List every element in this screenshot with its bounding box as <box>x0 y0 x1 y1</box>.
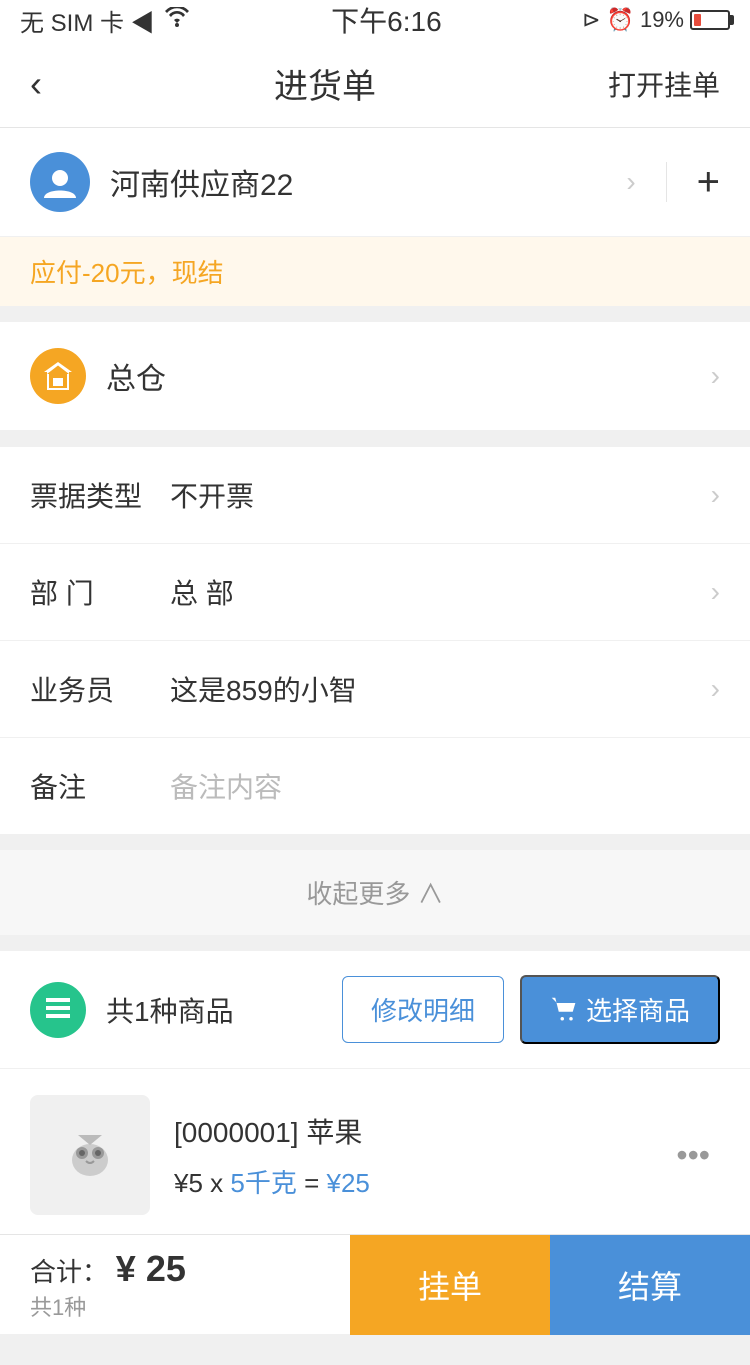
invoice-type-label: 票据类型 <box>30 475 150 515</box>
add-supplier-button[interactable]: + <box>697 160 720 205</box>
salesperson-value: 这是859的小智 <box>150 669 711 709</box>
battery-label: 19% <box>640 7 684 33</box>
total-sub: 共1种 <box>30 1290 320 1322</box>
notice-bar: 应付-20元，现结 <box>0 237 750 306</box>
products-section: 共1种商品 修改明细 选择商品 [000000 <box>0 951 750 1239</box>
price-unit: ¥5 x <box>174 1168 230 1198</box>
hang-button[interactable]: 挂单 <box>350 1235 550 1335</box>
products-header: 共1种商品 修改明细 选择商品 <box>0 951 750 1069</box>
status-right: ⊳ ⏰ 19% <box>582 7 730 33</box>
department-label: 部 门 <box>30 572 150 612</box>
form-section: 票据类型 不开票 › 部 门 总 部 › 业务员 这是859的小智 › 备注 备… <box>0 446 750 834</box>
status-time: 下午6:16 <box>331 0 442 40</box>
supplier-avatar <box>30 152 90 212</box>
page-title: 进货单 <box>274 59 376 108</box>
product-price: ¥5 x 5千克 = ¥25 <box>174 1163 666 1200</box>
main-content: 河南供应商22 › + 应付-20元，现结 总仓 › 票据类型 不开票 › 部 … <box>0 128 750 1365</box>
salesperson-row[interactable]: 业务员 这是859的小智 › <box>0 640 750 737</box>
department-row[interactable]: 部 门 总 部 › <box>0 543 750 640</box>
collapse-section: 收起更多 ∧ <box>0 850 750 935</box>
total-section: 合计： ¥ 25 共1种 <box>0 1248 350 1322</box>
owl-icon <box>60 1125 120 1185</box>
product-thumbnail <box>30 1095 150 1215</box>
salesperson-label: 业务员 <box>30 669 150 709</box>
qty-value: 5千克 <box>230 1168 296 1198</box>
department-arrow: › <box>711 576 720 608</box>
product-item: [0000001] 苹果 ¥5 x 5千克 = ¥25 ••• <box>0 1071 750 1239</box>
warehouse-icon <box>30 348 86 404</box>
remark-row[interactable]: 备注 备注内容 <box>0 737 750 834</box>
cart-icon <box>550 996 578 1024</box>
product-more-button[interactable]: ••• <box>666 1127 720 1184</box>
alarm-icon: ⏰ <box>607 7 634 33</box>
open-pending-button[interactable]: 打开挂单 <box>608 64 720 104</box>
supplier-row[interactable]: 河南供应商22 › + <box>0 128 750 237</box>
select-product-label: 选择商品 <box>586 991 690 1028</box>
checkout-button[interactable]: 结算 <box>550 1235 750 1335</box>
battery-icon <box>690 10 730 30</box>
edit-details-button[interactable]: 修改明细 <box>342 976 504 1043</box>
invoice-type-arrow: › <box>711 479 720 511</box>
products-count: 共1种商品 <box>106 990 342 1030</box>
supplier-section: 河南供应商22 › + 应付-20元，现结 <box>0 128 750 306</box>
salesperson-arrow: › <box>711 673 720 705</box>
warehouse-arrow-icon: › <box>711 360 720 392</box>
equals-sign: = <box>297 1168 327 1198</box>
select-product-button[interactable]: 选择商品 <box>520 975 720 1044</box>
remark-input[interactable]: 备注内容 <box>150 766 720 806</box>
product-info: [0000001] 苹果 ¥5 x 5千克 = ¥25 <box>174 1111 666 1200</box>
invoice-type-value: 不开票 <box>150 475 711 515</box>
sim-label: 无 SIM 卡 ◀ <box>20 3 155 38</box>
location-icon: ⊳ <box>582 7 600 33</box>
total-label: 合计： <box>30 1257 108 1287</box>
bottom-bar: 合计： ¥ 25 共1种 挂单 结算 <box>0 1234 750 1334</box>
warehouse-section: 总仓 › <box>0 322 750 430</box>
supplier-name: 河南供应商22 <box>110 160 626 204</box>
invoice-type-row[interactable]: 票据类型 不开票 › <box>0 446 750 543</box>
products-icon <box>30 982 86 1038</box>
total-amount: ¥ 25 <box>116 1248 186 1289</box>
total-value: ¥25 <box>326 1168 369 1198</box>
status-bar: 无 SIM 卡 ◀ 下午6:16 ⊳ ⏰ 19% <box>0 0 750 40</box>
warehouse-name: 总仓 <box>106 354 711 398</box>
remark-label: 备注 <box>30 766 150 806</box>
nav-bar: ‹ 进货单 打开挂单 <box>0 40 750 128</box>
warehouse-row[interactable]: 总仓 › <box>0 322 750 430</box>
back-button[interactable]: ‹ <box>30 63 42 105</box>
status-left: 无 SIM 卡 ◀ <box>20 3 191 38</box>
wifi-icon <box>163 6 191 34</box>
supplier-arrow-icon: › <box>626 166 635 198</box>
product-name: [0000001] 苹果 <box>174 1111 666 1151</box>
collapse-button[interactable]: 收起更多 ∧ <box>0 850 750 935</box>
department-value: 总 部 <box>150 572 711 612</box>
divider <box>666 162 667 202</box>
